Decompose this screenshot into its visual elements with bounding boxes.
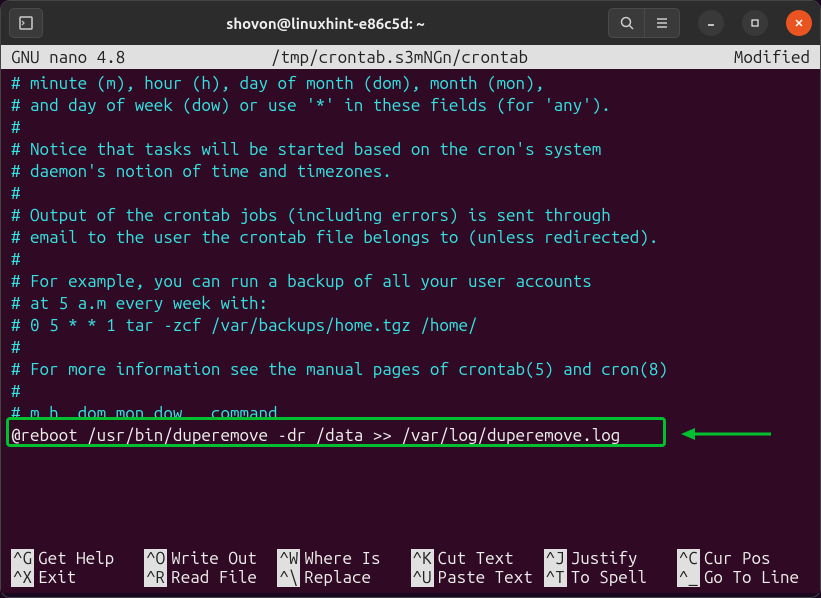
maximize-icon bbox=[750, 18, 760, 28]
maximize-button[interactable] bbox=[742, 10, 768, 36]
editor-line: # email to the user the crontab file bel… bbox=[11, 227, 810, 249]
shortcut-cut-text: ^KCut Text bbox=[411, 549, 544, 568]
window-title: shovon@linuxhint-e86c5d: ~ bbox=[51, 15, 600, 32]
editor-line: # Output of the crontab jobs (including … bbox=[11, 205, 810, 227]
editor-line: # For example, you can run a backup of a… bbox=[11, 271, 810, 293]
terminal-icon bbox=[18, 15, 34, 31]
shortcut-paste-text: ^UPaste Text bbox=[411, 568, 544, 587]
editor-line: # bbox=[11, 117, 810, 139]
menu-button[interactable] bbox=[644, 8, 680, 38]
hamburger-icon bbox=[654, 15, 670, 31]
shortcut-read-file: ^RRead File bbox=[144, 568, 277, 587]
editor-line: # Notice that tasks will be started base… bbox=[11, 139, 810, 161]
editor-line: # bbox=[11, 249, 810, 271]
editor-line: # and day of week (dow) or use '*' in th… bbox=[11, 95, 810, 117]
shortcut-go-to-line: ^_Go To Line bbox=[677, 568, 810, 587]
new-tab-button[interactable] bbox=[9, 8, 43, 38]
search-icon bbox=[619, 15, 635, 31]
close-icon bbox=[794, 18, 804, 28]
editor-line: # For more information see the manual pa… bbox=[11, 359, 810, 381]
nano-header-bar: GNU nano 4.8 /tmp/crontab.s3mNGn/crontab… bbox=[1, 45, 820, 69]
shortcut-cur-pos: ^CCur Pos bbox=[677, 549, 810, 568]
editor-area[interactable]: # minute (m), hour (h), day of month (do… bbox=[1, 69, 820, 549]
minimize-icon bbox=[706, 18, 716, 28]
editor-line: # bbox=[11, 183, 810, 205]
editor-line: # bbox=[11, 381, 810, 403]
editor-line: # minute (m), hour (h), day of month (do… bbox=[11, 73, 810, 95]
minimize-button[interactable] bbox=[698, 10, 724, 36]
editor-line: # 0 5 * * 1 tar -zcf /var/backups/home.t… bbox=[11, 315, 810, 337]
shortcut-justify: ^JJustify bbox=[544, 549, 677, 568]
window-titlebar: shovon@linuxhint-e86c5d: ~ bbox=[1, 1, 820, 45]
editor-line: # daemon's notion of time and timezones. bbox=[11, 161, 810, 183]
shortcut-where-is: ^WWhere Is bbox=[277, 549, 410, 568]
shortcut-replace: ^\Replace bbox=[277, 568, 410, 587]
shortcut-get-help: ^GGet Help bbox=[11, 549, 144, 568]
shortcut-exit: ^XExit bbox=[11, 568, 144, 587]
shortcut-write-out: ^OWrite Out bbox=[144, 549, 277, 568]
nano-status: Modified bbox=[734, 48, 810, 67]
search-button[interactable] bbox=[608, 8, 644, 38]
editor-line: # bbox=[11, 337, 810, 359]
shortcut-to-spell: ^TTo Spell bbox=[544, 568, 677, 587]
nano-file-path: /tmp/crontab.s3mNGn/crontab bbox=[271, 48, 734, 67]
nano-app-label: GNU nano 4.8 bbox=[11, 48, 271, 67]
editor-line: # m h dom mon dow command bbox=[11, 403, 810, 425]
annotation-arrow-icon bbox=[681, 424, 771, 444]
nano-shortcuts-bar: ^GGet Help ^OWrite Out ^WWhere Is ^KCut … bbox=[1, 549, 820, 593]
close-button[interactable] bbox=[786, 10, 812, 36]
editor-line: # at 5 a.m every week with: bbox=[11, 293, 810, 315]
